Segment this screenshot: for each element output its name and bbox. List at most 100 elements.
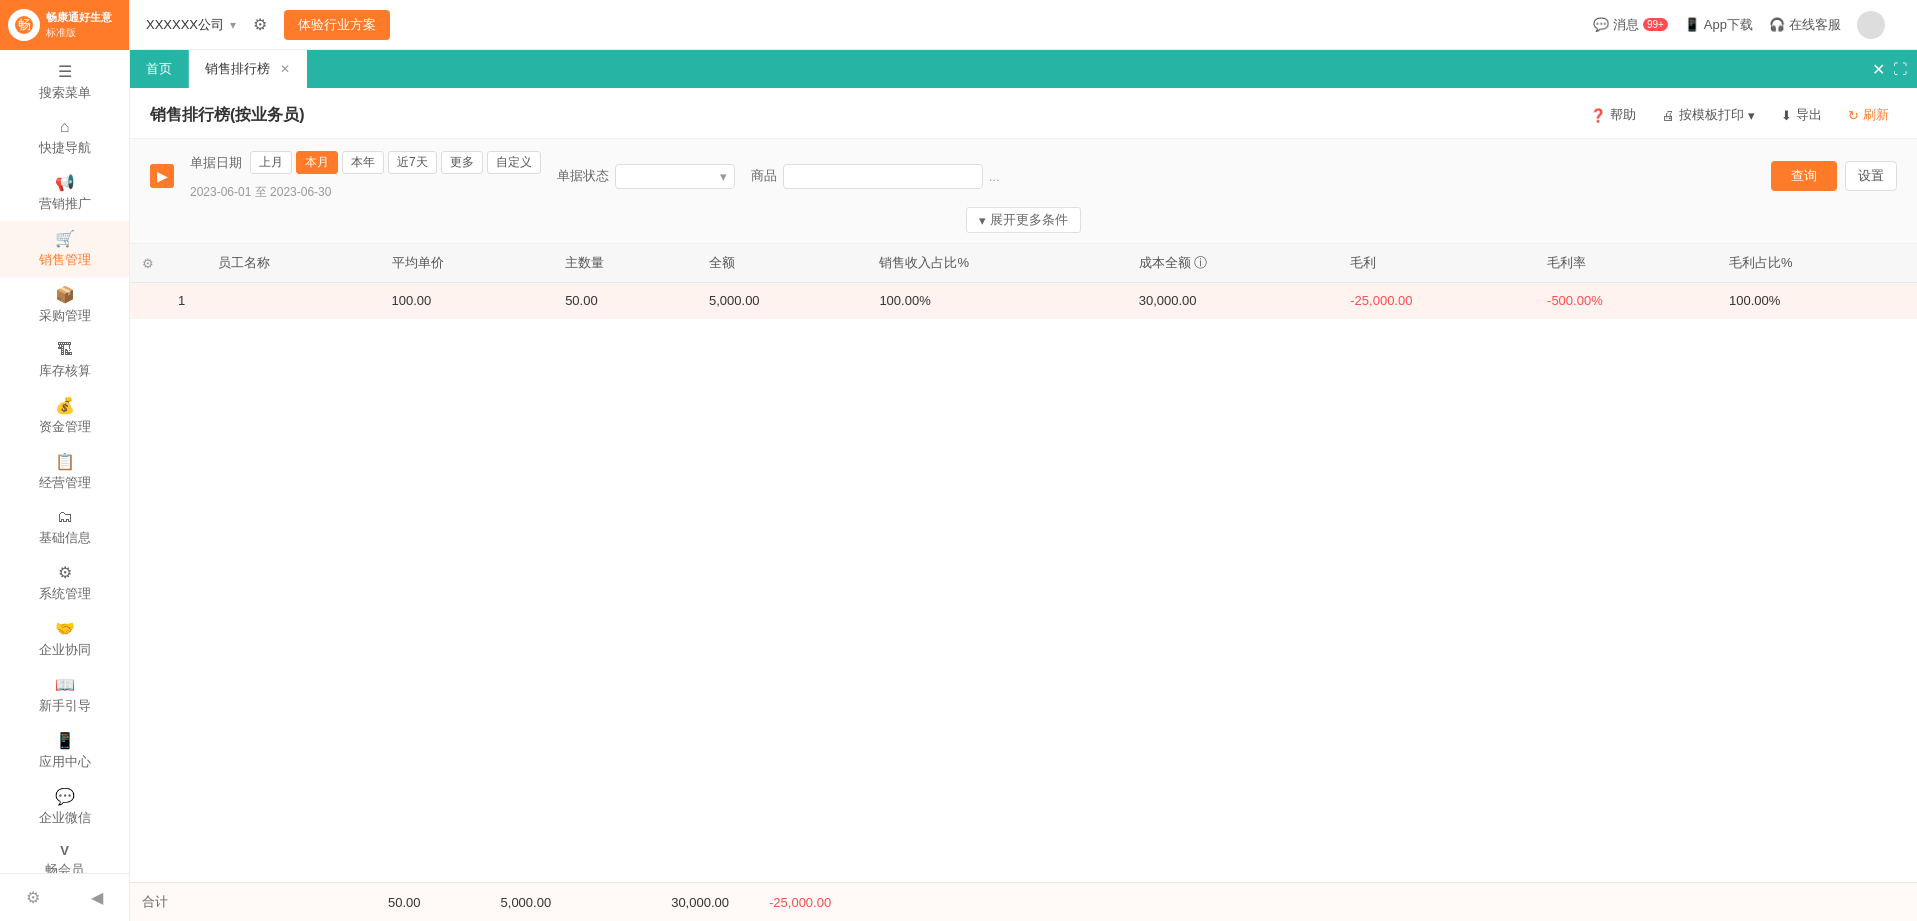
- goods-label: 商品: [751, 167, 777, 185]
- sidebar-item-cooperation[interactable]: 🤝 企业协同: [0, 611, 129, 667]
- col-cost-total: 成本全额 ⓘ: [1127, 244, 1339, 283]
- col-sales-pct: 销售收入占比%: [867, 244, 1126, 283]
- custom-date-btn[interactable]: 自定义: [487, 151, 541, 174]
- filter-settings-btn[interactable]: 设置: [1845, 161, 1897, 191]
- row-gross-profit: -25,000.00: [1338, 283, 1535, 319]
- finance-icon: 💰: [55, 396, 75, 415]
- sidebar-nav: ☰ 搜索菜单 ⌂ 快捷导航 📢 营销推广 🛒 销售管理 📦 采购管理 🏗 库存核…: [0, 50, 129, 873]
- data-table: ⚙ 员工名称 平均单价 主数量 全额 销售收入占比% 成本全额 ⓘ 毛利 毛利率…: [130, 244, 1917, 319]
- expand-more-btn[interactable]: ▾ 展开更多条件: [966, 207, 1081, 233]
- trial-button[interactable]: 体验行业方案: [284, 10, 390, 40]
- sidebar-item-member[interactable]: V 畅会员: [0, 835, 129, 873]
- col-settings[interactable]: ⚙: [130, 244, 166, 283]
- settings-gear-btn[interactable]: ⚙: [246, 11, 274, 39]
- marketing-icon: 📢: [55, 173, 75, 192]
- appstore-icon: 📱: [55, 731, 75, 750]
- sidebar-item-appstore[interactable]: 📱 应用中心: [0, 723, 129, 779]
- sales-icon: 🛒: [55, 229, 75, 248]
- tab-home[interactable]: 首页: [130, 50, 189, 88]
- table-header-row: ⚙ 员工名称 平均单价 主数量 全额 销售收入占比% 成本全额 ⓘ 毛利 毛利率…: [130, 244, 1917, 283]
- sidebar-item-wechat[interactable]: 💬 企业微信: [0, 779, 129, 835]
- help-button[interactable]: ❓ 帮助: [1582, 102, 1644, 128]
- last-7days-btn[interactable]: 近7天: [388, 151, 437, 174]
- sidebar-item-guide[interactable]: 📖 新手引导: [0, 667, 129, 723]
- row-total: 5,000.00: [697, 283, 867, 319]
- footer-cost-total: 30,000.00: [671, 895, 729, 910]
- status-select[interactable]: [615, 164, 735, 189]
- app-download-btn[interactable]: 📱 App下载: [1684, 16, 1753, 34]
- message-badge: 99+: [1643, 18, 1668, 31]
- footer-gross-profit: -25,000.00: [769, 895, 831, 910]
- sidebar-item-basicinfo[interactable]: 🗂 基础信息: [0, 500, 129, 555]
- sidebar-item-label: 库存核算: [39, 362, 91, 380]
- chevron-down-icon: ▾: [230, 18, 236, 32]
- row-name: [206, 283, 380, 319]
- filter-expand-row: ▾ 展开更多条件: [150, 201, 1897, 235]
- sidebar-item-management[interactable]: 📋 经营管理: [0, 444, 129, 500]
- help-icon: ❓: [1590, 108, 1606, 123]
- filter-collapse-btn[interactable]: ▶: [150, 164, 174, 188]
- col-total: 全额: [697, 244, 867, 283]
- sidebar-logo: 畅 畅康通好生意 标准版: [0, 0, 129, 50]
- filter-area: ▶ 单据日期 上月 本月 本年 近7天 更多 自定义 2023-06-01: [130, 139, 1917, 244]
- sidebar-item-inventory[interactable]: 🏗 库存核算: [0, 333, 129, 388]
- print-button[interactable]: 🖨 按模板打印 ▾: [1654, 102, 1763, 128]
- sidebar-item-label: 销售管理: [39, 251, 91, 269]
- sidebar-item-sales[interactable]: 🛒 销售管理: [0, 221, 129, 277]
- table-row: 1 100.00 50.00 5,000.00 100.00% 30,000.0…: [130, 283, 1917, 319]
- collapse-btn[interactable]: ◀: [85, 882, 109, 913]
- status-filter: 单据状态: [557, 164, 735, 189]
- tab-close-icon[interactable]: ✕: [280, 62, 290, 76]
- table-footer: 合计 50.00 5,000.00 30,000.00 -25,000.00: [130, 882, 1917, 921]
- home-icon: ⌂: [60, 118, 70, 136]
- page-header: 销售排行榜(按业务员) ❓ 帮助 🖨 按模板打印 ▾ ⬇ 导出 ↻ 刷新: [130, 88, 1917, 139]
- tab-sales-ranking[interactable]: 销售排行榜 ✕: [189, 50, 307, 88]
- sidebar-item-label: 企业微信: [39, 809, 91, 827]
- sidebar-item-marketing[interactable]: 📢 营销推广: [0, 165, 129, 221]
- logo-sub: 标准版: [46, 26, 112, 40]
- export-button[interactable]: ⬇ 导出: [1773, 102, 1830, 128]
- sidebar: 畅 畅康通好生意 标准版 ☰ 搜索菜单 ⌂ 快捷导航 📢 营销推广 🛒 销售管理…: [0, 0, 130, 921]
- sidebar-item-system[interactable]: ⚙ 系统管理: [0, 555, 129, 611]
- last-month-btn[interactable]: 上月: [250, 151, 292, 174]
- query-button[interactable]: 查询: [1771, 161, 1837, 191]
- settings-bottom-btn[interactable]: ⚙: [20, 882, 46, 913]
- online-service-btn[interactable]: 🎧 在线客服: [1769, 16, 1841, 34]
- company-name: XXXXXX公司: [146, 16, 224, 34]
- col-gross-margin: 毛利率: [1535, 244, 1717, 283]
- cooperation-icon: 🤝: [55, 619, 75, 638]
- refresh-button[interactable]: ↻ 刷新: [1840, 102, 1897, 128]
- print-chevron-icon: ▾: [1748, 108, 1755, 123]
- sidebar-item-quicknav[interactable]: ⌂ 快捷导航: [0, 110, 129, 165]
- row-gross-margin: -500.00%: [1535, 283, 1717, 319]
- more-date-btn[interactable]: 更多: [441, 151, 483, 174]
- message-label: 消息: [1613, 16, 1639, 34]
- col-main-qty: 主数量: [553, 244, 697, 283]
- management-icon: 📋: [55, 452, 75, 471]
- date-label: 单据日期: [190, 154, 242, 172]
- sidebar-item-search[interactable]: ☰ 搜索菜单: [0, 54, 129, 110]
- refresh-icon: ↻: [1848, 108, 1859, 123]
- goods-more-btn[interactable]: ...: [989, 169, 1000, 184]
- tab-bar-right: ✕ ⛶: [1862, 60, 1917, 79]
- content: 销售排行榜(按业务员) ❓ 帮助 🖨 按模板打印 ▾ ⬇ 导出 ↻ 刷新: [130, 88, 1917, 921]
- sidebar-item-purchase[interactable]: 📦 采购管理: [0, 277, 129, 333]
- export-icon: ⬇: [1781, 108, 1792, 123]
- window-close-icon[interactable]: ✕: [1872, 60, 1885, 79]
- company-select[interactable]: XXXXXX公司 ▾: [146, 16, 236, 34]
- this-month-btn[interactable]: 本月: [296, 151, 338, 174]
- this-year-btn[interactable]: 本年: [342, 151, 384, 174]
- window-restore-icon[interactable]: ⛶: [1893, 61, 1907, 77]
- col-gross-profit: 毛利: [1338, 244, 1535, 283]
- message-button[interactable]: 💬 消息 99+: [1593, 16, 1668, 34]
- sidebar-item-label: 搜索菜单: [39, 84, 91, 102]
- sidebar-item-finance[interactable]: 💰 资金管理: [0, 388, 129, 444]
- member-icon: V: [60, 843, 69, 858]
- page-title: 销售排行榜(按业务员): [150, 105, 305, 126]
- row-cost-total: 30,000.00: [1127, 283, 1339, 319]
- sidebar-item-label: 经营管理: [39, 474, 91, 492]
- row-gp-pct: 100.00%: [1717, 283, 1917, 319]
- sidebar-item-label: 新手引导: [39, 697, 91, 715]
- goods-input[interactable]: [783, 164, 983, 189]
- col-rank: [166, 244, 206, 283]
